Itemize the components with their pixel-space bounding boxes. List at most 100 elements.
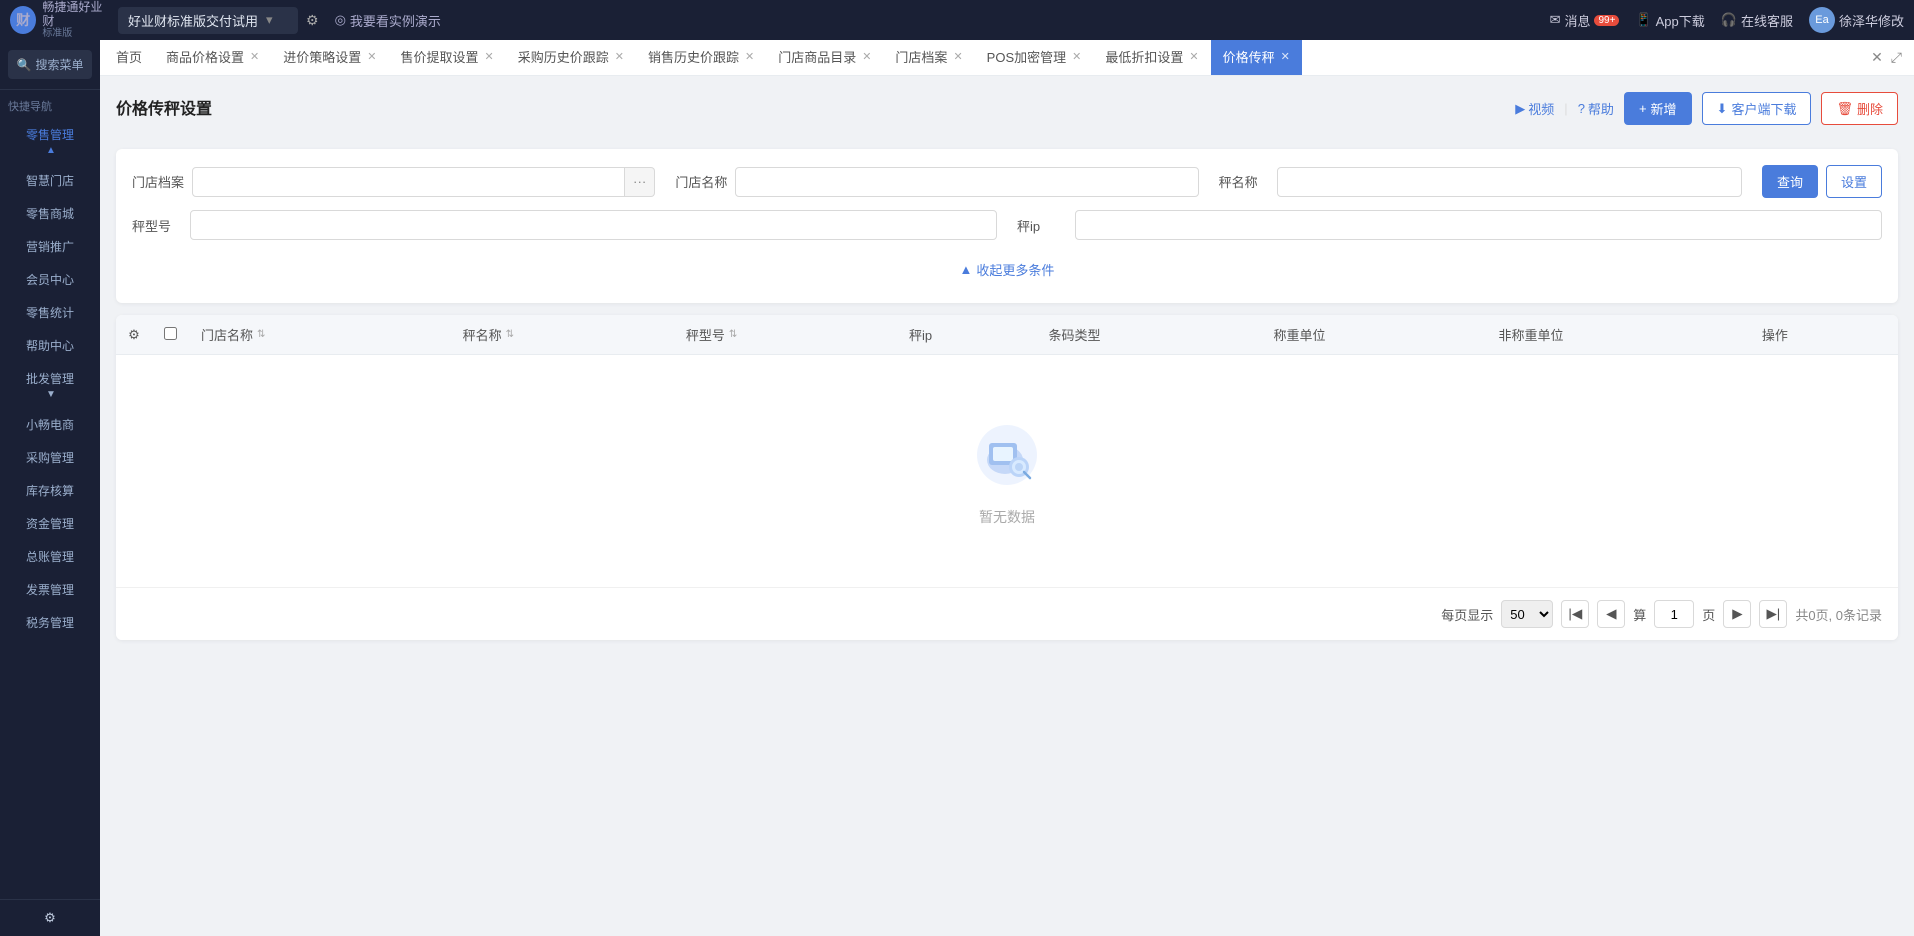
online-service-btn[interactable]: 🎧 在线客服 [1721,11,1793,30]
tab-home[interactable]: 首页 [104,40,154,76]
tab-sale-price-extract-label: 售价提取设置 [400,47,478,66]
collapse-label: 收起更多条件 [976,260,1054,279]
add-button[interactable]: + 新增 [1624,92,1692,125]
first-page-btn[interactable]: |◀ [1561,600,1589,628]
scale-ip-input[interactable] [1075,210,1882,240]
select-all-checkbox[interactable] [164,327,177,340]
demo-link[interactable]: ◎ 我要看实例演示 [335,11,441,30]
settings-btn[interactable]: 设置 [1826,165,1882,198]
sidebar-item-finance[interactable]: 资金管理 [0,507,100,540]
th-checkbox[interactable] [152,315,189,355]
sidebar-item-wholesale[interactable]: 批发管理 ▼ [0,362,100,408]
member-label: 会员中心 [26,271,74,288]
sidebar-search-area: 🔍 搜索菜单 [0,40,100,90]
tab-store-profile[interactable]: 门店档案 ✕ [883,40,974,76]
search-icon: 🔍 [17,58,32,72]
tab-store-catalog-close[interactable]: ✕ [862,50,871,63]
scale-model-input[interactable] [190,210,997,240]
search-form: 门店档案 ··· 门店名称 秤名称 查询 设置 [116,149,1898,303]
th-store-name[interactable]: 门店名称 ⇅ [189,315,451,355]
tab-sales-history-close[interactable]: ✕ [745,50,754,63]
sidebar-item-retail-stats[interactable]: 零售统计 [0,296,100,329]
messages-btn[interactable]: ✉ 消息 99+ [1550,11,1620,30]
sidebar-item-member[interactable]: 会员中心 [0,263,100,296]
tab-purchase-history-close[interactable]: ✕ [615,50,624,63]
search-menu-btn[interactable]: 🔍 搜索菜单 [8,50,92,79]
next-page-btn[interactable]: ▶ [1723,600,1751,628]
sidebar-item-smart-store[interactable]: 智慧门店 [0,164,100,197]
th-scale-name[interactable]: 秤名称 ⇅ [451,315,674,355]
sidebar-settings[interactable]: ⚙ [0,899,100,936]
th-settings[interactable]: ⚙ [116,315,152,355]
tab-pos-manage[interactable]: POS加密管理 ✕ [975,40,1094,76]
collapse-row: ▲ 收起更多条件 [132,252,1882,287]
tab-close-all-icon[interactable]: ✕ [1871,49,1883,66]
scale-name-input[interactable] [1277,167,1742,197]
sidebar-item-retail-mall[interactable]: 零售商城 [0,197,100,230]
sidebar-item-tax[interactable]: 税务管理 [0,606,100,639]
app-sub: 标准版 [42,28,110,40]
tab-min-discount-label: 最低折扣设置 [1105,47,1183,66]
user-menu[interactable]: Ea 徐泽华修改 [1809,7,1904,33]
pagination-bar: 每页显示 10 20 50 100 |◀ ◀ 算 页 ▶ ▶| 共0页, 0条记… [116,587,1898,640]
th-scale-model[interactable]: 秤型号 ⇅ [674,315,897,355]
tab-pos-manage-close[interactable]: ✕ [1072,50,1081,63]
invoice-label: 发票管理 [26,581,74,598]
collapse-btn[interactable]: ▲ 收起更多条件 [948,256,1067,283]
sidebar-item-invoice[interactable]: 发票管理 [0,573,100,606]
help-link[interactable]: ? 帮助 [1578,99,1614,118]
tab-purchase-strategy[interactable]: 进价策略设置 ✕ [271,40,388,76]
tab-price-scale[interactable]: 价格传秤 ✕ [1211,40,1302,76]
tab-min-discount-close[interactable]: ✕ [1189,50,1198,63]
tab-expand-icon[interactable]: ⤢ [1891,49,1902,66]
sidebar-item-help-center[interactable]: 帮助中心 [0,329,100,362]
app-logo: 财 畅捷通好业财 标准版 [10,0,110,40]
sidebar-item-marketing[interactable]: 营销推广 [0,230,100,263]
tab-min-discount[interactable]: 最低折扣设置 ✕ [1093,40,1210,76]
last-page-btn[interactable]: ▶| [1759,600,1787,628]
video-link[interactable]: ▶ 视频 [1515,99,1554,118]
app-download-btn[interactable]: 📱 App下载 [1635,11,1704,30]
mini-ecom-label: 小畅电商 [26,416,74,433]
table-header-row: ⚙ 门店名称 ⇅ 秤名称 ⇅ [116,315,1898,355]
app-name: 畅捷通好业财 [42,0,110,28]
table-body: 暂无数据 [116,355,1898,588]
tab-purchase-strategy-close[interactable]: ✕ [367,50,376,63]
tab-goods-price[interactable]: 商品价格设置 ✕ [154,40,271,76]
store-name-input[interactable] [735,167,1198,197]
wholesale-expand-icon: ▼ [46,389,56,400]
tab-store-profile-close[interactable]: ✕ [953,50,962,63]
tab-sales-history[interactable]: 销售历史价跟踪 ✕ [636,40,766,76]
purchase-mgmt-label: 采购管理 [26,449,74,466]
tab-goods-price-close[interactable]: ✕ [250,50,259,63]
help-icon: ? [1578,101,1585,116]
scale-model-group: 秤型号 [132,210,997,240]
sidebar-item-ledger[interactable]: 总账管理 [0,540,100,573]
sidebar-item-stock-settle[interactable]: 库存核算 [0,474,100,507]
tab-purchase-history[interactable]: 采购历史价跟踪 ✕ [506,40,636,76]
prev-page-btn[interactable]: ◀ [1597,600,1625,628]
store-profile-label: 门店档案 [132,172,184,191]
query-button[interactable]: 查询 [1762,165,1818,198]
tab-sale-price-extract[interactable]: 售价提取设置 ✕ [388,40,505,76]
settings-icon[interactable]: ⚙ [306,12,319,29]
tab-sale-price-extract-close[interactable]: ✕ [485,50,494,63]
sidebar-item-mini-ecom[interactable]: 小畅电商 [0,408,100,441]
per-page-select[interactable]: 10 20 50 100 [1501,600,1553,628]
tab-price-scale-close[interactable]: ✕ [1281,50,1290,63]
online-service-label: 在线客服 [1741,11,1793,30]
store-profile-picker-btn[interactable]: ··· [625,167,655,197]
data-table: ⚙ 门店名称 ⇅ 秤名称 ⇅ [116,315,1898,587]
sidebar-item-retail-mgmt[interactable]: 零售管理 ▲ [0,118,100,164]
version-selector[interactable]: 好业财标准版交付试用 ▾ [118,7,298,34]
total-info: 共0页, 0条记录 [1795,605,1882,624]
store-profile-input[interactable] [192,167,625,197]
tab-store-catalog-label: 门店商品目录 [778,47,856,66]
sidebar-item-purchase-mgmt[interactable]: 采购管理 [0,441,100,474]
table-settings-icon[interactable]: ⚙ [128,327,140,342]
expand-arrow-icon: ▲ [46,145,56,156]
tab-store-catalog[interactable]: 门店商品目录 ✕ [766,40,883,76]
delete-button[interactable]: 🗑 删除 [1821,92,1898,125]
export-button[interactable]: ⬇ 客户端下载 [1702,92,1812,125]
page-number-input[interactable] [1654,600,1694,628]
